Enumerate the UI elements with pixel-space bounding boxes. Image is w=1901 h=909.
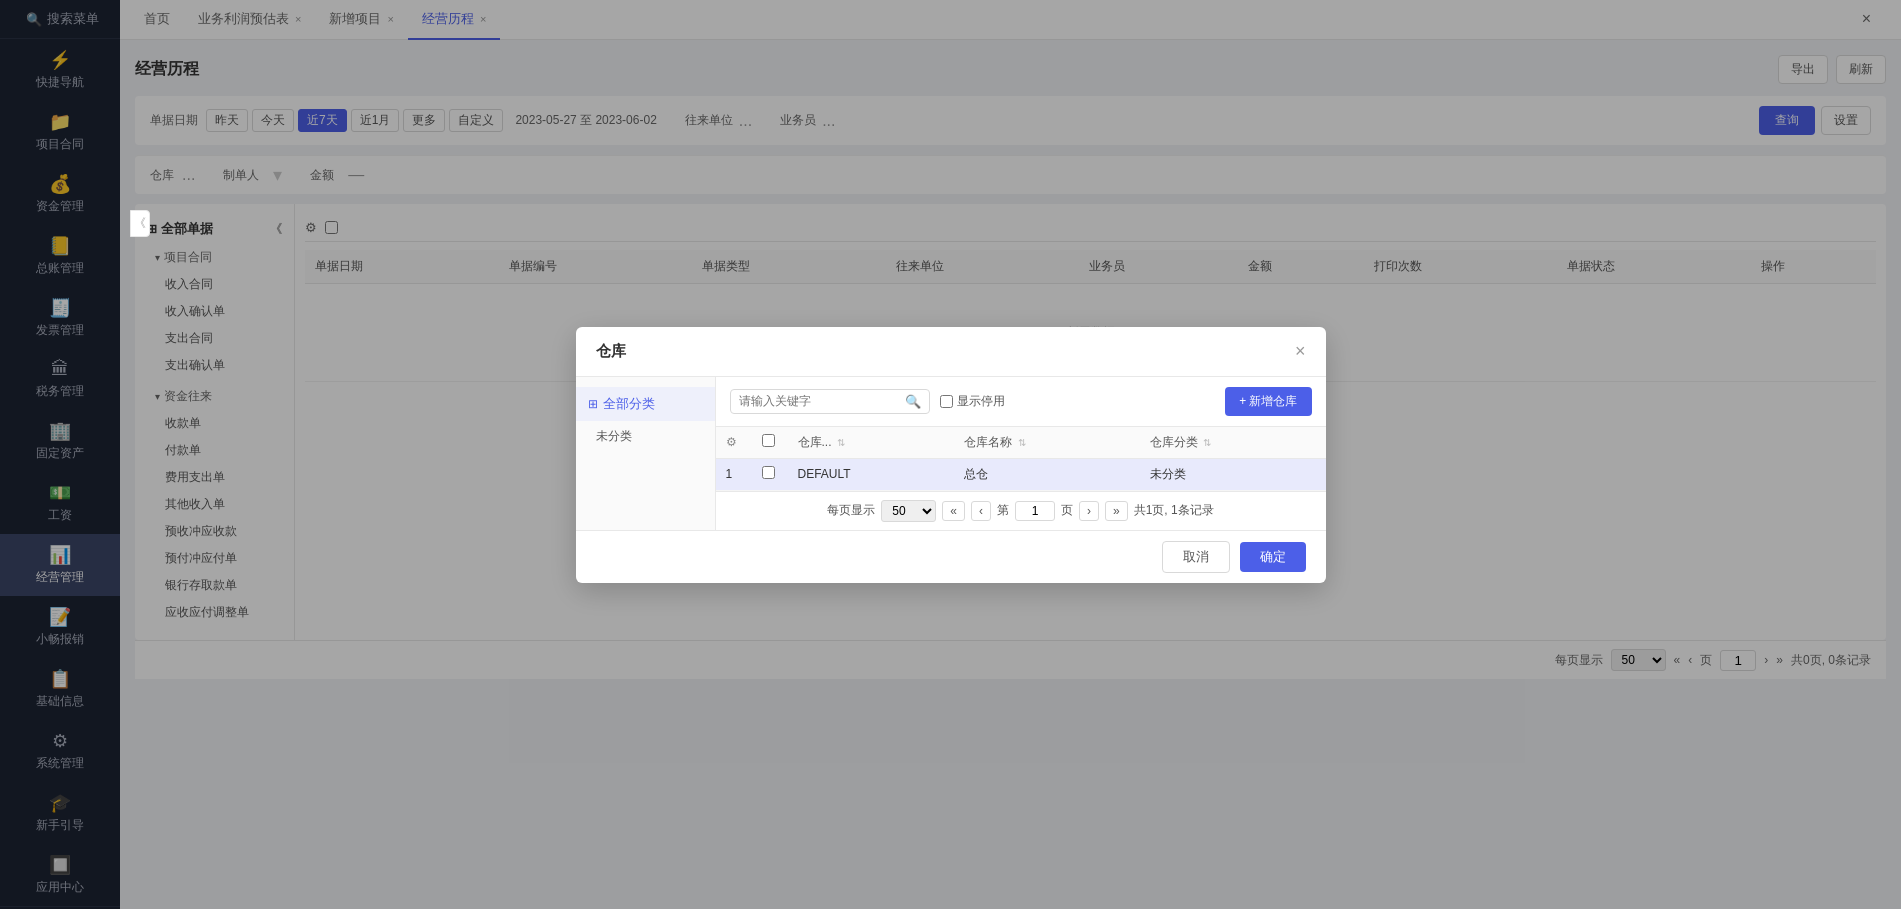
add-warehouse-btn[interactable]: + 新增仓库 (1225, 387, 1311, 416)
modal-search-icon[interactable]: 🔍 (905, 394, 921, 409)
modal-search-box: 🔍 (730, 389, 930, 414)
modal-overlay: 仓库 × ⊞ 全部分类 未分类 《 (0, 0, 1901, 909)
grid-all-icon: ⊞ (588, 397, 598, 411)
modal-col-name: 仓库名称 ⇅ (954, 427, 1140, 459)
modal-page-size-select[interactable]: 50 100 (881, 500, 936, 522)
modal-select-all[interactable] (762, 434, 775, 447)
modal-table-wrapper: ⚙ 仓库... ⇅ 仓库名称 (716, 427, 1326, 491)
modal-right-panel: 🔍 显示停用 + 新增仓库 (716, 377, 1326, 530)
code-sort-icon[interactable]: ⇅ (837, 437, 845, 448)
modal-confirm-btn[interactable]: 确定 (1240, 542, 1306, 572)
modal-toolbar: 🔍 显示停用 + 新增仓库 (716, 377, 1326, 427)
modal-category-unclassified[interactable]: 未分类 (576, 421, 715, 452)
modal-col-category: 仓库分类 ⇅ (1140, 427, 1326, 459)
row-category: 未分类 (1140, 458, 1326, 490)
modal-page-size-label: 每页显示 (827, 502, 875, 519)
modal-page-input[interactable] (1015, 501, 1055, 521)
modal-warehouse-table: ⚙ 仓库... ⇅ 仓库名称 (716, 427, 1326, 491)
modal-prev-btn[interactable]: ‹ (971, 501, 991, 521)
modal-footer: 取消 确定 (576, 530, 1326, 583)
show-disabled-label[interactable]: 显示停用 (940, 393, 1005, 410)
modal-category-all-label: 全部分类 (603, 395, 655, 413)
col-settings-icon[interactable]: ⚙ (726, 435, 737, 449)
modal-category-panel: ⊞ 全部分类 未分类 《 (576, 377, 716, 530)
modal-table-header: ⚙ 仓库... ⇅ 仓库名称 (716, 427, 1326, 459)
modal-last-btn[interactable]: » (1105, 501, 1128, 521)
row-checkbox[interactable] (752, 458, 788, 490)
modal-page-label: 第 (997, 502, 1009, 519)
row-id: 1 (716, 458, 752, 490)
modal-header: 仓库 × (576, 327, 1326, 377)
modal-col-code: 仓库... ⇅ (788, 427, 955, 459)
modal-toolbar-left: 🔍 显示停用 (730, 389, 1005, 414)
name-sort-icon[interactable]: ⇅ (1018, 437, 1026, 448)
row-name: 总仓 (954, 458, 1140, 490)
modal-title: 仓库 (596, 342, 626, 361)
modal-pagination: 每页显示 50 100 « ‹ 第 页 › » 共1页, 1条记录 (716, 491, 1326, 530)
category-sort-icon[interactable]: ⇅ (1203, 437, 1211, 448)
modal-col-checkbox (752, 427, 788, 459)
modal-close-btn[interactable]: × (1295, 341, 1306, 362)
modal-category-all[interactable]: ⊞ 全部分类 (576, 387, 715, 421)
modal-table-row[interactable]: 1 DEFAULT 总仓 未分类 (716, 458, 1326, 490)
modal-next-btn[interactable]: › (1079, 501, 1099, 521)
show-disabled-checkbox[interactable] (940, 395, 953, 408)
modal-first-btn[interactable]: « (942, 501, 965, 521)
modal-cancel-btn[interactable]: 取消 (1162, 541, 1230, 573)
modal-col-settings: ⚙ (716, 427, 752, 459)
modal-total-info: 共1页, 1条记录 (1134, 502, 1214, 519)
modal-search-input[interactable] (739, 394, 900, 408)
modal-page-suffix: 页 (1061, 502, 1073, 519)
modal-body: ⊞ 全部分类 未分类 《 🔍 显 (576, 377, 1326, 530)
row-code: DEFAULT (788, 458, 955, 490)
warehouse-modal: 仓库 × ⊞ 全部分类 未分类 《 (576, 327, 1326, 583)
